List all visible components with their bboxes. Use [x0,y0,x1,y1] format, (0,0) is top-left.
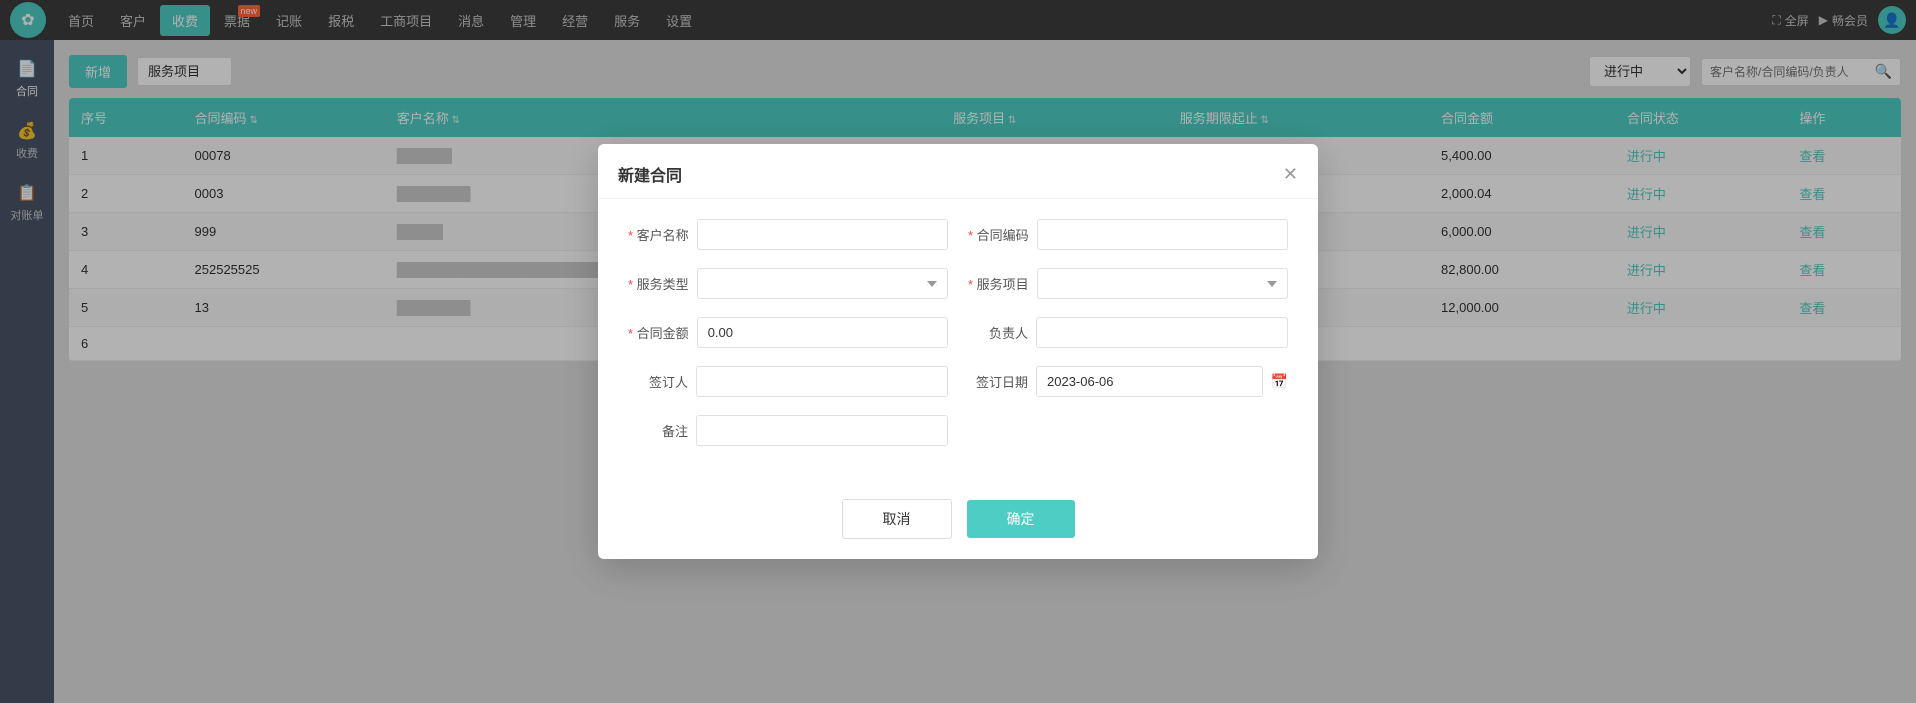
cancel-button[interactable]: 取消 [842,499,952,539]
service-type-label: 服务类型 [628,274,689,293]
remark-input[interactable] [696,415,948,446]
new-contract-modal: 新建合同 ✕ 客户名称 合同编码 服务类型 [598,144,1318,559]
modal-overlay: 新建合同 ✕ 客户名称 合同编码 服务类型 [0,0,1916,703]
service-item-label: 服务项目 [968,274,1029,293]
customer-name-group: 客户名称 [628,219,948,250]
signer-group: 签订人 [628,366,948,397]
remark-group: 备注 [628,415,948,446]
signer-label: 签订人 [628,372,688,391]
customer-name-label: 客户名称 [628,225,689,244]
modal-header: 新建合同 ✕ [598,144,1318,199]
customer-name-input[interactable] [697,219,948,250]
form-row-5: 备注 [628,415,1288,446]
sign-date-input[interactable] [1036,366,1263,397]
responsible-input[interactable] [1036,317,1288,348]
form-row-2: 服务类型 服务项目 [628,268,1288,299]
modal-body: 客户名称 合同编码 服务类型 服务项目 [598,199,1318,484]
service-type-group: 服务类型 [628,268,948,299]
service-item-group: 服务项目 [968,268,1288,299]
responsible-label: 负责人 [968,323,1028,342]
service-item-select[interactable] [1037,268,1288,299]
contract-no-label: 合同编码 [968,225,1029,244]
signer-input[interactable] [696,366,948,397]
modal-footer: 取消 确定 [598,484,1318,559]
contract-amount-label: 合同金额 [628,323,689,342]
form-row-3: 合同金额 负责人 [628,317,1288,348]
modal-close-button[interactable]: ✕ [1283,165,1298,183]
modal-title: 新建合同 [618,162,682,186]
contract-amount-input[interactable] [697,317,948,348]
contract-amount-group: 合同金额 [628,317,948,348]
confirm-button[interactable]: 确定 [967,500,1075,538]
form-row-4: 签订人 签订日期 📅 [628,366,1288,397]
service-type-select[interactable] [697,268,948,299]
contract-no-input[interactable] [1037,219,1288,250]
sign-date-group: 签订日期 📅 [968,366,1288,397]
sign-date-label: 签订日期 [968,372,1028,391]
responsible-group: 负责人 [968,317,1288,348]
contract-no-group: 合同编码 [968,219,1288,250]
calendar-icon[interactable]: 📅 [1271,373,1288,390]
remark-label: 备注 [628,421,688,440]
form-row-1: 客户名称 合同编码 [628,219,1288,250]
